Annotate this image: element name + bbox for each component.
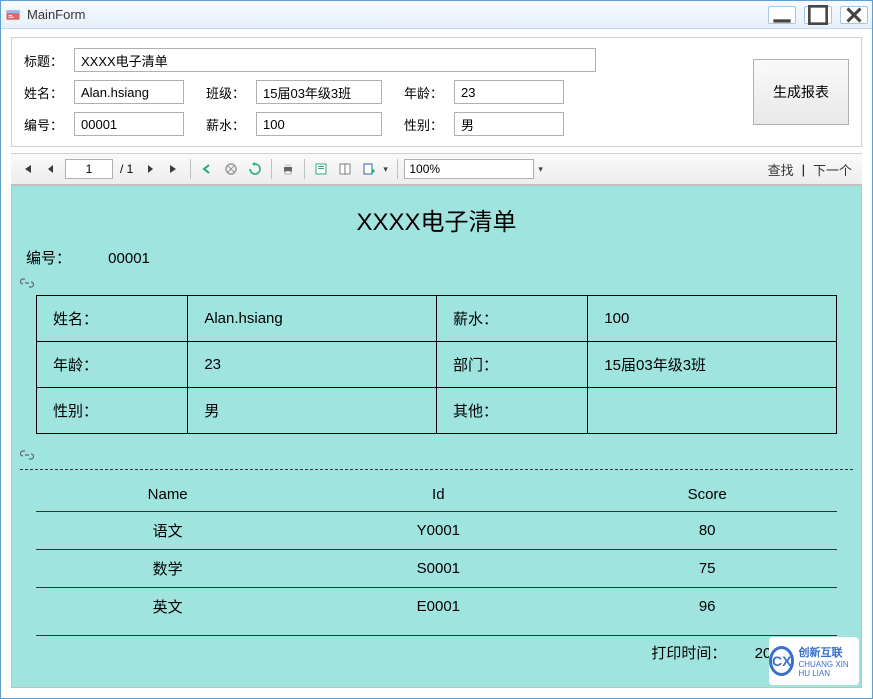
info-gender-label: 性别： [37, 388, 188, 434]
report-id-value: 00001 [100, 250, 150, 267]
report-title: XXXX电子清单 [12, 186, 861, 247]
watermark-logo: CX 创新互联 CHUANG XIN HU LIAN [769, 637, 859, 685]
col-name: Name [36, 478, 299, 512]
gender-label: 性别： [404, 115, 446, 134]
name-input[interactable] [74, 80, 184, 104]
chevron-down-icon[interactable]: ▾ [538, 164, 546, 175]
stop-button[interactable] [221, 159, 241, 179]
minimize-button[interactable] [768, 6, 796, 24]
info-age-label: 年龄： [37, 342, 188, 388]
info-table: 姓名： Alan.hsiang 薪水： 100 年龄： 23 部门： 15届03… [36, 295, 837, 434]
title-input[interactable] [74, 48, 596, 72]
export-button[interactable] [359, 159, 379, 179]
score-table: Name Id Score 语文 Y0001 80 数学 S0001 75 [36, 478, 837, 625]
toolbar-separator [190, 159, 191, 179]
cell-name: 语文 [36, 512, 299, 550]
info-dept-value: 15届03年级3班 [588, 342, 837, 388]
info-salary-label: 薪水： [436, 296, 587, 342]
find-link[interactable]: 查找 [764, 160, 798, 179]
form-panel: 标题： 姓名： 班级： 年龄： 编号： 薪水： 性别： [11, 37, 862, 147]
print-time-row: 打印时间： 2017/5/2 [36, 635, 837, 673]
maximize-button[interactable] [804, 6, 832, 24]
toolbar-separator [271, 159, 272, 179]
report-id-label: 编号： [26, 247, 96, 268]
report-page: XXXX电子清单 编号： 00001 姓名： Alan.hsiang 薪水： 1… [12, 186, 861, 687]
info-dept-label: 部门： [436, 342, 587, 388]
report-toolbar: / 1 ▾ ▾ 查找 | 下一个 [11, 153, 862, 185]
window-title: MainForm [27, 7, 768, 22]
table-row: 语文 Y0001 80 [36, 512, 837, 550]
toolbar-separator [397, 159, 398, 179]
age-label: 年龄： [404, 83, 446, 102]
class-input[interactable] [256, 80, 382, 104]
info-salary-value: 100 [588, 296, 837, 342]
salary-label: 薪水： [206, 115, 248, 134]
app-icon [5, 7, 21, 23]
chain-icon [20, 276, 861, 293]
main-window: MainForm 标题： 姓名： 班级： 年龄： [0, 0, 873, 699]
cell-name: 数学 [36, 550, 299, 588]
info-age-value: 23 [188, 342, 437, 388]
table-row: 年龄： 23 部门： 15届03年级3班 [37, 342, 837, 388]
class-label: 班级： [206, 83, 248, 102]
table-row: 性别： 男 其他： [37, 388, 837, 434]
page-setup-button[interactable] [335, 159, 355, 179]
gender-input[interactable] [454, 112, 564, 136]
report-viewport[interactable]: XXXX电子清单 编号： 00001 姓名： Alan.hsiang 薪水： 1… [11, 185, 862, 688]
id-label: 编号： [24, 115, 66, 134]
next-page-button[interactable] [140, 159, 160, 179]
generate-report-button[interactable]: 生成报表 [753, 59, 849, 125]
zoom-input[interactable] [404, 159, 534, 179]
info-name-value: Alan.hsiang [188, 296, 437, 342]
print-time-label: 打印时间： [651, 645, 726, 662]
form-row-1: 标题： 姓名： 班级： 年龄： 编号： 薪水： 性别： [24, 48, 849, 136]
chain-icon [20, 448, 861, 465]
title-label: 标题： [24, 51, 66, 70]
info-other-value [588, 388, 837, 434]
toolbar-separator-text: | [802, 162, 805, 177]
close-button[interactable] [840, 6, 868, 24]
prev-page-button[interactable] [41, 159, 61, 179]
cell-id: Y0001 [299, 512, 577, 550]
page-input[interactable] [65, 159, 113, 179]
cell-score: 80 [577, 512, 837, 550]
dashed-separator [20, 469, 853, 470]
cell-id: S0001 [299, 550, 577, 588]
salary-input[interactable] [256, 112, 382, 136]
chevron-down-icon[interactable]: ▾ [383, 164, 391, 175]
table-row: 数学 S0001 75 [36, 550, 837, 588]
info-gender-value: 男 [188, 388, 437, 434]
col-id: Id [299, 478, 577, 512]
last-page-button[interactable] [164, 159, 184, 179]
table-header-row: Name Id Score [36, 478, 837, 512]
report-id-row: 编号： 00001 [12, 247, 861, 276]
print-layout-button[interactable] [311, 159, 331, 179]
age-input[interactable] [454, 80, 564, 104]
page-total: / 1 [117, 162, 136, 176]
next-link[interactable]: 下一个 [809, 160, 856, 179]
table-row: 姓名： Alan.hsiang 薪水： 100 [37, 296, 837, 342]
watermark-brand: 创新互联 [798, 644, 859, 660]
watermark-sub: CHUANG XIN HU LIAN [798, 660, 859, 678]
col-score: Score [577, 478, 837, 512]
cell-score: 75 [577, 550, 837, 588]
table-row: 英文 E0001 96 [36, 588, 837, 626]
print-button[interactable] [278, 159, 298, 179]
back-button[interactable] [197, 159, 217, 179]
toolbar-separator [304, 159, 305, 179]
name-label: 姓名： [24, 83, 66, 102]
titlebar: MainForm [1, 1, 872, 29]
info-name-label: 姓名： [37, 296, 188, 342]
cell-score: 96 [577, 588, 837, 626]
info-other-label: 其他： [436, 388, 587, 434]
window-controls [768, 6, 868, 24]
refresh-button[interactable] [245, 159, 265, 179]
cell-name: 英文 [36, 588, 299, 626]
cell-id: E0001 [299, 588, 577, 626]
first-page-button[interactable] [17, 159, 37, 179]
id-input[interactable] [74, 112, 184, 136]
